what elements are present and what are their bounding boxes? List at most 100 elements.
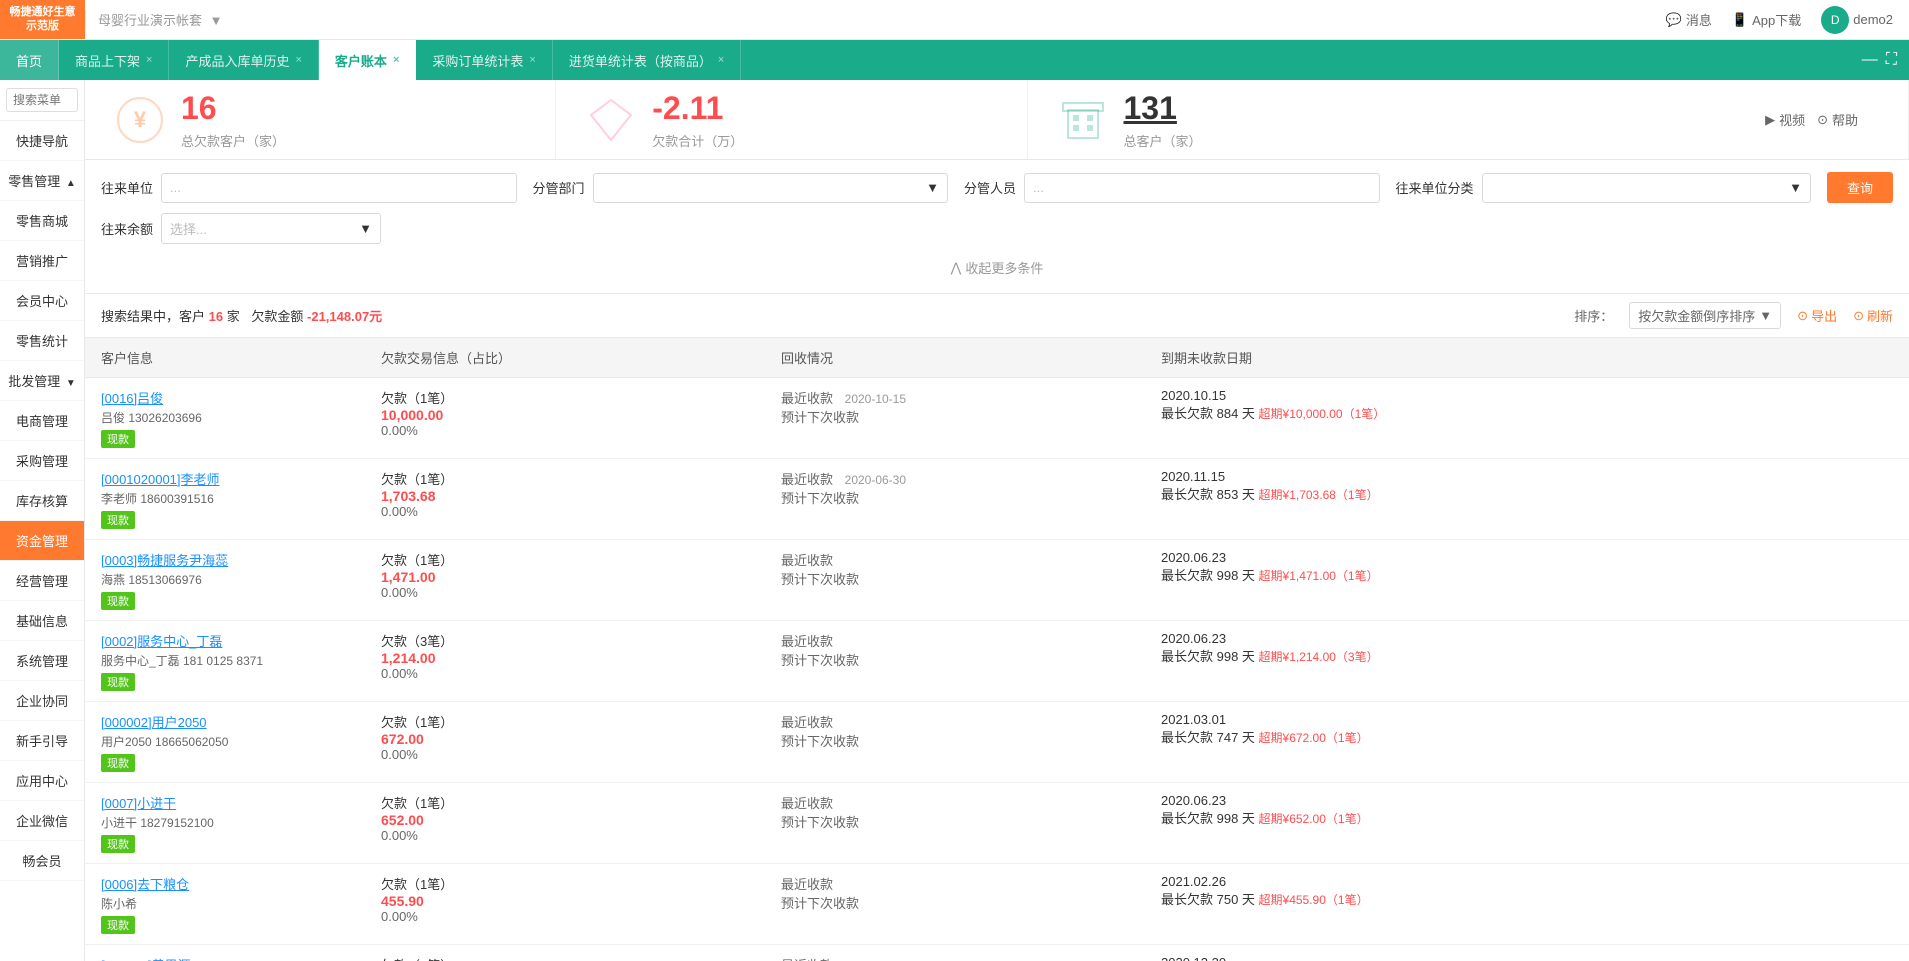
tab-products-off[interactable]: 商品上下架 × xyxy=(59,40,169,80)
sidebar-item-ops-mgmt[interactable]: 经营管理 xyxy=(0,561,84,601)
user-action[interactable]: D demo2 xyxy=(1821,6,1893,34)
app-download-action[interactable]: 📱 App下载 xyxy=(1732,10,1801,29)
sidebar-item-inventory[interactable]: 库存核算 xyxy=(0,481,84,521)
sidebar-item-member-center[interactable]: 会员中心 xyxy=(0,281,84,321)
tabs-maximize-btn[interactable]: ⛶ xyxy=(1886,51,1897,69)
debt-amount[interactable]: 1,703.68 xyxy=(381,488,749,504)
chevron-down-icon: ▼ xyxy=(359,221,372,236)
customer-contact: 吕俊 13026203696 xyxy=(101,409,349,426)
debt-percent: 0.00% xyxy=(381,585,749,600)
debt-amount[interactable]: 672.00 xyxy=(381,731,749,747)
customer-name-link[interactable]: [0001020001]李老师 xyxy=(101,472,220,487)
debt-count: 欠款（1笔） xyxy=(381,469,749,488)
tab-purchase-stat[interactable]: 进货单统计表（按商品） × xyxy=(553,40,741,80)
debt-amount[interactable]: 1,471.00 xyxy=(381,569,749,585)
search-input[interactable] xyxy=(6,88,78,112)
customer-tag: 现款 xyxy=(101,430,135,448)
th-customer: 客户信息 xyxy=(85,338,365,378)
tab-close-products-off[interactable]: × xyxy=(146,54,152,66)
customer-name-link[interactable]: [000002]用户2050 xyxy=(101,715,207,730)
overdue-amount-link[interactable]: 超期¥1,703.68（1笔） xyxy=(1259,488,1379,502)
message-icon: 💬 xyxy=(1666,12,1682,28)
customer-name-link[interactable]: [0016]吕俊 xyxy=(101,391,163,406)
sidebar-item-vip-member[interactable]: 畅会员 xyxy=(0,841,84,881)
customer-name-link[interactable]: [0006]去下粮仓 xyxy=(101,877,189,892)
export-button[interactable]: ⊙ 导出 xyxy=(1797,306,1837,325)
sidebar-item-new-guide[interactable]: 新手引导 xyxy=(0,721,84,761)
chevron-down-icon: ▼ xyxy=(1789,180,1802,195)
search-button[interactable]: 查询 xyxy=(1827,172,1893,203)
tab-close-purchase-stat[interactable]: × xyxy=(718,54,724,66)
unit-category-select[interactable]: ▼ xyxy=(1482,173,1811,203)
debt-count: 欠款（1笔） xyxy=(381,793,749,812)
tab-close-purchase-order[interactable]: × xyxy=(529,54,535,66)
filter-remaining: 往来余额 选择... ▼ xyxy=(101,213,381,244)
debt-count: 欠款（1笔） xyxy=(381,550,749,569)
debt-amount[interactable]: 1,214.00 xyxy=(381,650,749,666)
sidebar-item-app-center[interactable]: 应用中心 xyxy=(0,761,84,801)
customer-name-link[interactable]: [0007]小进干 xyxy=(101,796,176,811)
tabs-bar: 首页 商品上下架 × 产成品入库单历史 × 客户账本 × 采购订单统计表 × 进… xyxy=(0,40,1909,80)
tab-close-production-history[interactable]: × xyxy=(295,54,301,66)
customer-name-link[interactable]: [0002]服务中心_丁磊 xyxy=(101,634,222,649)
collapse-button[interactable]: ⋀ 收起更多条件 xyxy=(101,254,1893,281)
tab-production-history[interactable]: 产成品入库单历史 × xyxy=(169,40,318,80)
sidebar-item-capital-mgmt[interactable]: 资金管理 xyxy=(0,521,84,561)
overdue-info: 最长欠款 853 天 超期¥1,703.68（1笔） xyxy=(1161,484,1893,503)
tabs-minimize-btn[interactable]: — xyxy=(1862,51,1878,69)
help-btn[interactable]: ⊙ 帮助 xyxy=(1817,110,1858,129)
sidebar-item-retail-stat[interactable]: 零售统计 xyxy=(0,321,84,361)
logo: 畅捷通好生意 示范版 xyxy=(0,0,85,39)
tab-customer-account[interactable]: 客户账本 × xyxy=(319,40,416,80)
manager-input[interactable]: ... xyxy=(1024,173,1379,203)
sidebar-item-quick-nav[interactable]: 快捷导航 xyxy=(0,121,84,161)
customer-contact: 小进干 18279152100 xyxy=(101,814,349,831)
dept-select[interactable]: ▼ xyxy=(593,173,948,203)
sidebar-item-retail-store[interactable]: 零售商城 xyxy=(0,201,84,241)
app-download-icon: 📱 xyxy=(1732,12,1748,28)
refresh-button[interactable]: ⊙ 刷新 xyxy=(1853,306,1893,325)
next-collection-info: 预计下次收款 xyxy=(781,650,1129,669)
sidebar-item-enterprise-collab[interactable]: 企业协同 xyxy=(0,681,84,721)
from-unit-input[interactable]: ... xyxy=(161,173,516,203)
debt-amount[interactable]: 455.90 xyxy=(381,893,749,909)
overdue-amount-link[interactable]: 超期¥1,471.00（1笔） xyxy=(1259,569,1379,583)
sidebar-item-ecom-mgmt[interactable]: 电商管理 xyxy=(0,401,84,441)
next-collection-info: 预计下次收款 xyxy=(781,569,1129,588)
sidebar-item-basic-info[interactable]: 基础信息 xyxy=(0,601,84,641)
overdue-amount-link[interactable]: 超期¥455.90（1笔） xyxy=(1259,893,1369,907)
collection-info: 最近收款 2020-10-15 xyxy=(781,388,1129,407)
table-area: 客户信息 欠款交易信息（占比） 回收情况 到期未收款日期 [0016]吕俊 吕俊… xyxy=(85,338,1909,961)
video-btn[interactable]: ▶ 视频 xyxy=(1765,110,1805,129)
tab-purchase-order[interactable]: 采购订单统计表 × xyxy=(416,40,552,80)
overdue-amount-link[interactable]: 超期¥1,214.00（3笔） xyxy=(1259,650,1379,664)
sidebar-item-enterprise-wechat[interactable]: 企业微信 xyxy=(0,801,84,841)
tab-home[interactable]: 首页 xyxy=(0,40,59,80)
customer-tag: 现款 xyxy=(101,511,135,529)
collection-info: 最近收款 2020-06-30 xyxy=(781,469,1129,488)
sidebar-item-sys-mgmt[interactable]: 系统管理 xyxy=(0,641,84,681)
sort-select[interactable]: 按欠款金额倒序排序 ▼ xyxy=(1629,302,1781,329)
tab-close-customer-account[interactable]: × xyxy=(393,54,399,66)
sidebar-item-batch-mgmt[interactable]: 批发管理 ▼ xyxy=(0,361,84,401)
customer-tag: 现款 xyxy=(101,673,135,691)
filter-dept: 分管部门 ▼ xyxy=(533,173,949,203)
filter-unit-category: 往来单位分类 ▼ xyxy=(1396,173,1812,203)
svg-text:¥: ¥ xyxy=(134,107,147,132)
sidebar-item-marketing[interactable]: 营销推广 xyxy=(0,241,84,281)
sidebar-item-retail-mgmt[interactable]: 零售管理 ▲ xyxy=(0,161,84,201)
debt-amount[interactable]: 652.00 xyxy=(381,812,749,828)
collection-info: 最近收款 xyxy=(781,712,1129,731)
sidebar-item-purchase-mgmt[interactable]: 采购管理 xyxy=(0,441,84,481)
customer-tag: 现款 xyxy=(101,835,135,853)
overdue-amount-link[interactable]: 超期¥652.00（1笔） xyxy=(1259,812,1369,826)
data-table: 客户信息 欠款交易信息（占比） 回收情况 到期未收款日期 [0016]吕俊 吕俊… xyxy=(85,338,1909,961)
stats-row: ¥ 16 总欠款客户（家） -2.11 xyxy=(85,80,1909,160)
remaining-select[interactable]: 选择... ▼ xyxy=(161,213,381,244)
customer-name-link[interactable]: [0003]畅捷服务尹海蕊 xyxy=(101,553,228,568)
overdue-amount-link[interactable]: 超期¥10,000.00（1笔） xyxy=(1259,407,1386,421)
overdue-amount-link[interactable]: 超期¥672.00（1笔） xyxy=(1259,731,1369,745)
debt-amount[interactable]: 10,000.00 xyxy=(381,407,749,423)
overdue-info: 最长欠款 998 天 超期¥1,214.00（3笔） xyxy=(1161,646,1893,665)
message-action[interactable]: 💬 消息 xyxy=(1666,10,1712,29)
